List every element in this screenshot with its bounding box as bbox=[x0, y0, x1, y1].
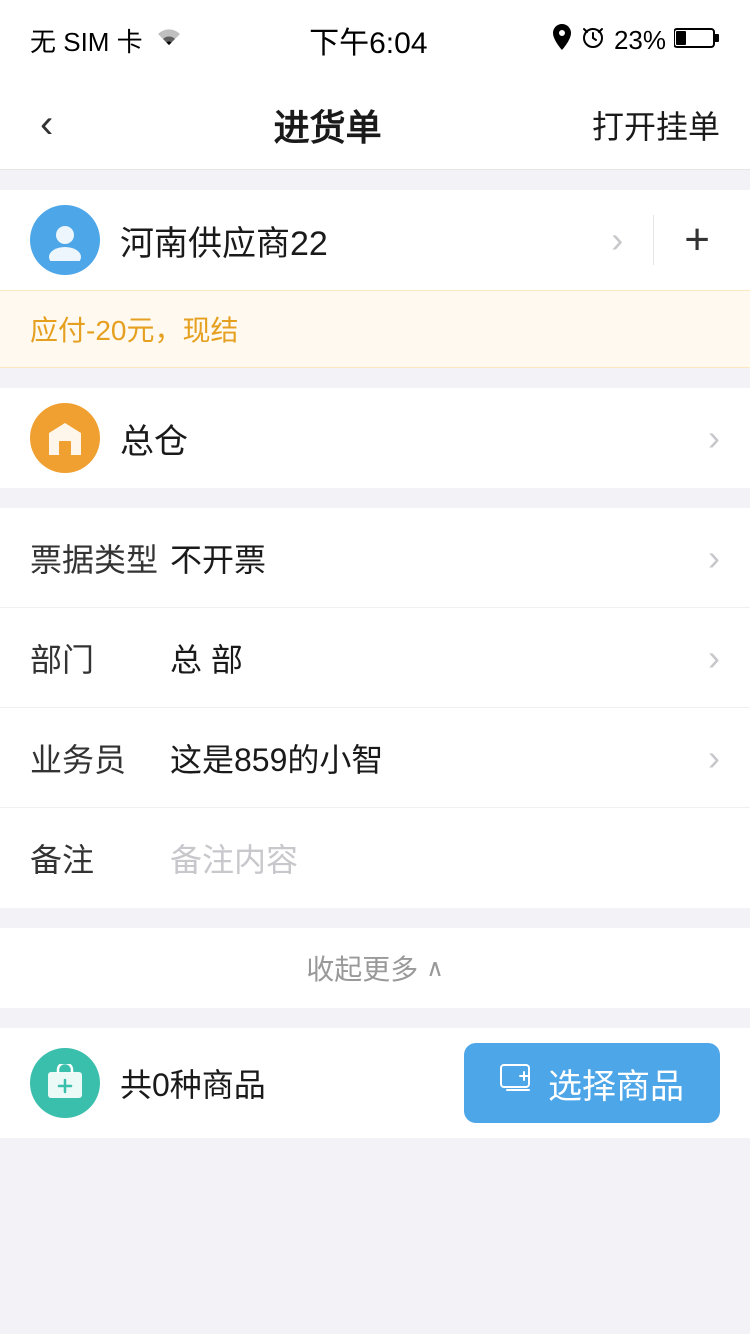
product-icon bbox=[30, 1048, 100, 1118]
warning-text: 应付-20元，现结 bbox=[30, 315, 238, 346]
status-time: 下午6:04 bbox=[309, 18, 427, 62]
supplier-avatar bbox=[30, 205, 100, 275]
select-btn-icon bbox=[500, 1064, 536, 1103]
remark-row[interactable]: 备注 备注内容 bbox=[0, 808, 750, 908]
invoice-type-row[interactable]: 票据类型 不开票 › bbox=[0, 508, 750, 608]
select-btn-label: 选择商品 bbox=[548, 1059, 684, 1108]
warehouse-icon bbox=[30, 403, 100, 473]
supplier-name: 河南供应商22 bbox=[120, 216, 611, 265]
department-chevron-icon: › bbox=[708, 637, 720, 679]
collapse-arrow-icon: ∧ bbox=[426, 954, 444, 983]
remark-input[interactable]: 备注内容 bbox=[170, 835, 720, 881]
divider-1 bbox=[0, 170, 750, 190]
invoice-chevron-icon: › bbox=[708, 537, 720, 579]
invoice-value: 不开票 bbox=[170, 535, 708, 581]
battery-icon bbox=[674, 25, 720, 56]
department-label: 部门 bbox=[30, 635, 160, 681]
department-row[interactable]: 部门 总 部 › bbox=[0, 608, 750, 708]
wifi-icon bbox=[153, 25, 185, 56]
open-pending-button[interactable]: 打开挂单 bbox=[592, 102, 720, 148]
status-bar: 无 SIM 卡 下午6:04 bbox=[0, 0, 750, 80]
supplier-divider bbox=[653, 215, 654, 265]
product-count: 共0种商品 bbox=[120, 1060, 464, 1106]
supplier-chevron-icon: › bbox=[611, 219, 623, 261]
warehouse-row[interactable]: 总仓 › bbox=[0, 388, 750, 488]
page-title: 进货单 bbox=[274, 99, 382, 151]
carrier-text: 无 SIM 卡 bbox=[30, 22, 143, 59]
form-section: 票据类型 不开票 › 部门 总 部 › 业务员 这是859的小智 › 备注 备注… bbox=[0, 508, 750, 908]
supplier-row[interactable]: 河南供应商22 › + bbox=[0, 190, 750, 290]
warehouse-name: 总仓 bbox=[120, 414, 708, 463]
remark-label: 备注 bbox=[30, 835, 160, 881]
collapse-label: 收起更多 bbox=[306, 948, 418, 988]
invoice-label: 票据类型 bbox=[30, 535, 160, 581]
department-value: 总 部 bbox=[170, 635, 708, 681]
salesman-chevron-icon: › bbox=[708, 737, 720, 779]
location-icon bbox=[552, 24, 572, 57]
bottom-bar: 共0种商品 选择商品 bbox=[0, 1028, 750, 1138]
alarm-icon bbox=[580, 24, 606, 57]
page-container: 无 SIM 卡 下午6:04 bbox=[0, 0, 750, 1334]
battery-text: 23% bbox=[614, 25, 666, 56]
status-left: 无 SIM 卡 bbox=[30, 22, 185, 59]
select-product-button[interactable]: 选择商品 bbox=[464, 1043, 720, 1123]
status-right: 23% bbox=[552, 24, 720, 57]
add-supplier-button[interactable]: + bbox=[674, 205, 720, 275]
supplier-card: 河南供应商22 › + 应付-20元，现结 bbox=[0, 190, 750, 368]
nav-bar: ‹ 进货单 打开挂单 bbox=[0, 80, 750, 170]
collapse-row[interactable]: 收起更多 ∧ bbox=[0, 928, 750, 1008]
salesman-row[interactable]: 业务员 这是859的小智 › bbox=[0, 708, 750, 808]
salesman-label: 业务员 bbox=[30, 735, 160, 781]
warehouse-chevron-icon: › bbox=[708, 417, 720, 459]
back-button[interactable]: ‹ bbox=[30, 92, 63, 157]
salesman-value: 这是859的小智 bbox=[170, 735, 708, 781]
warning-banner: 应付-20元，现结 bbox=[0, 290, 750, 368]
